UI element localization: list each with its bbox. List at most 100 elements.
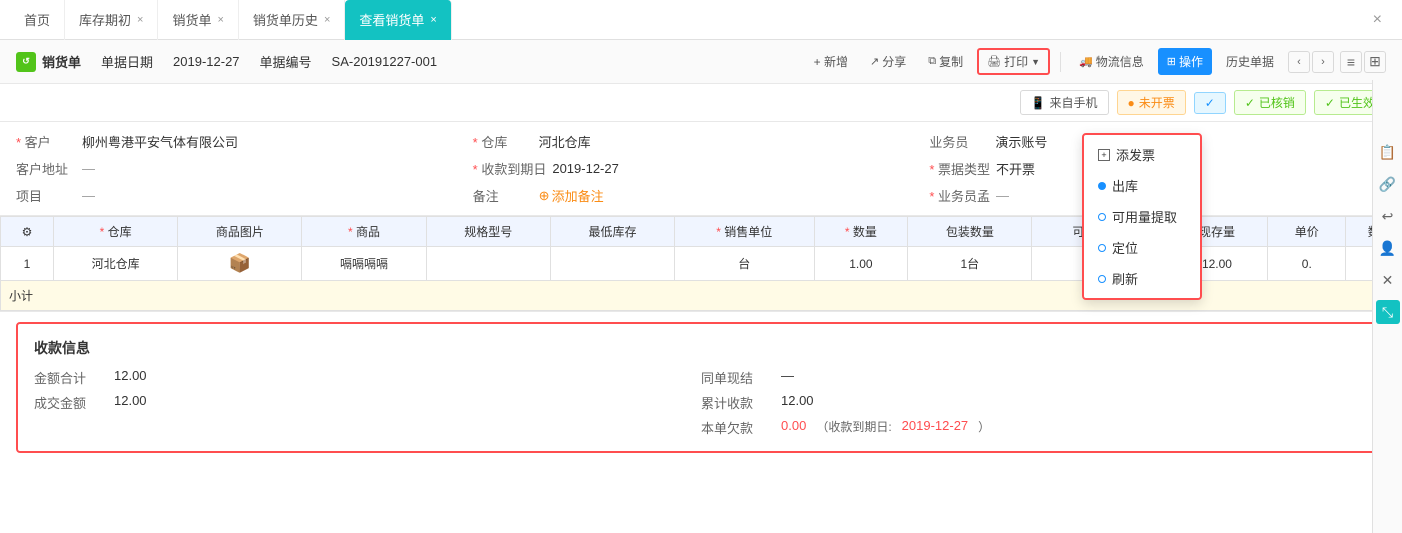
out-stock-item[interactable]: 出库 bbox=[1084, 170, 1200, 201]
due-date: 2019-12-27 bbox=[902, 418, 969, 437]
customer-value: 柳州粤港平安气体有限公司 bbox=[82, 132, 238, 151]
current-owed-row: 本单欠款 0.00 （收款到期日: 2019-12-27 ） bbox=[701, 418, 1368, 437]
cumulative-value: 12.00 bbox=[781, 393, 814, 412]
share-button[interactable]: ↗ 分享 bbox=[862, 49, 914, 74]
cell-unit-price: 0. bbox=[1268, 247, 1346, 281]
print-icon: 🖨 bbox=[987, 55, 1001, 68]
sidebar-doc-icon[interactable]: 📋 bbox=[1376, 140, 1400, 164]
address-row: 客户地址 — bbox=[16, 159, 473, 178]
due-date-value: 2019-12-27 bbox=[552, 161, 619, 176]
sidebar-link-icon[interactable]: 🔗 bbox=[1376, 172, 1400, 196]
staff-value: 演示账号 bbox=[995, 132, 1047, 151]
prev-arrow[interactable]: ‹ bbox=[1288, 51, 1310, 73]
note-row: 备注 ⊕ 添加备注 bbox=[473, 186, 930, 205]
available-pickup-item[interactable]: 可用量提取 bbox=[1084, 201, 1200, 232]
new-button[interactable]: + 新增 bbox=[806, 49, 856, 74]
cell-seq: 1 bbox=[1, 247, 54, 281]
tab-home[interactable]: 首页 bbox=[10, 0, 65, 40]
check-button[interactable]: ✓ bbox=[1194, 92, 1226, 114]
share-icon: ↗ bbox=[870, 55, 879, 68]
grid-view-button[interactable]: ⊞ bbox=[1364, 51, 1386, 73]
sidebar-close-icon[interactable]: ✕ bbox=[1376, 268, 1400, 292]
close-window-button[interactable]: × bbox=[1363, 11, 1392, 29]
warehouse-row: 仓库 河北仓库 bbox=[473, 132, 930, 151]
locate-item[interactable]: 定位 bbox=[1084, 232, 1200, 263]
tab-check-sales-close[interactable]: × bbox=[430, 14, 436, 26]
effective-icon: ✓ bbox=[1325, 96, 1335, 110]
same-order-row: 同单现结 — bbox=[701, 368, 1368, 387]
doc-title-text: 销货单 bbox=[42, 52, 81, 71]
warehouse-value: 河北仓库 bbox=[539, 132, 591, 151]
col-pack-qty: 包装数量 bbox=[908, 217, 1032, 247]
ticket-type-value: 不开票 bbox=[996, 159, 1035, 178]
current-owed-value: 0.00 bbox=[781, 418, 806, 437]
list-view-button[interactable]: ≡ bbox=[1340, 51, 1362, 73]
due-close: ） bbox=[978, 418, 990, 437]
col-product: 商品 bbox=[302, 217, 426, 247]
cell-warehouse: 河北仓库 bbox=[54, 247, 178, 281]
out-stock-icon bbox=[1098, 182, 1106, 190]
add-invoice-icon: + bbox=[1098, 149, 1110, 161]
number-label: 单据编号 bbox=[260, 52, 312, 71]
logistics-icon: 🚚 bbox=[1079, 55, 1093, 68]
history-button[interactable]: 历史单据 bbox=[1218, 49, 1282, 74]
sidebar-return-icon[interactable]: ↩ bbox=[1376, 204, 1400, 228]
from-phone-button[interactable]: 📱 来自手机 bbox=[1020, 90, 1109, 115]
available-pickup-icon bbox=[1098, 213, 1106, 221]
tab-check-sales[interactable]: 查看销货单 × bbox=[345, 0, 451, 40]
toolbar-divider bbox=[1060, 52, 1061, 72]
phone-icon: 📱 bbox=[1031, 96, 1046, 110]
cumulative-label: 累计收款 bbox=[701, 393, 771, 412]
operation-dropdown: + 添发票 出库 可用量提取 定位 刷新 bbox=[1082, 133, 1202, 300]
col-spec: 规格型号 bbox=[426, 217, 550, 247]
project-label: 项目 bbox=[16, 186, 76, 205]
not-open-button[interactable]: ● 未开票 bbox=[1117, 90, 1186, 115]
sidebar-user-icon[interactable]: 👤 bbox=[1376, 236, 1400, 260]
sales-order-icon: ↺ bbox=[16, 52, 36, 72]
payment-title: 收款信息 bbox=[34, 338, 1368, 358]
cell-spec bbox=[426, 247, 550, 281]
add-note-button[interactable]: ⊕ 添加备注 bbox=[539, 186, 604, 205]
same-order-value: — bbox=[781, 368, 794, 387]
amount-total-value: 12.00 bbox=[114, 368, 147, 387]
address-label: 客户地址 bbox=[16, 159, 76, 178]
col-image: 商品图片 bbox=[178, 217, 302, 247]
doc-meta: 单据日期 2019-12-27 单据编号 SA-20191227-001 bbox=[101, 52, 437, 71]
col-warehouse: 仓库 bbox=[54, 217, 178, 247]
tab-sales-history-close[interactable]: × bbox=[324, 14, 330, 26]
same-order-label: 同单现结 bbox=[701, 368, 771, 387]
project-row: 项目 — bbox=[16, 186, 473, 205]
col-gear: ⚙ bbox=[1, 217, 54, 247]
col-quantity: 数量 bbox=[814, 217, 908, 247]
next-arrow[interactable]: › bbox=[1312, 51, 1334, 73]
print-dropdown-arrow: ▼ bbox=[1031, 57, 1040, 67]
cumulative-row: 累计收款 12.00 bbox=[701, 393, 1368, 412]
tab-sales-history[interactable]: 销货单历史 × bbox=[239, 0, 345, 40]
cell-quantity: 1.00 bbox=[814, 247, 908, 281]
sold-out-button[interactable]: ✓ 已核销 bbox=[1234, 90, 1306, 115]
tab-sales-close[interactable]: × bbox=[217, 14, 223, 26]
note-label: 备注 bbox=[473, 186, 533, 205]
main-content: ↺ 销货单 单据日期 2019-12-27 单据编号 SA-20191227-0… bbox=[0, 40, 1402, 533]
date-value: 2019-12-27 bbox=[173, 54, 240, 69]
operation-button[interactable]: ⊞ 操作 bbox=[1158, 48, 1212, 75]
current-owed-label: 本单欠款 bbox=[701, 418, 771, 437]
layout-buttons: ≡ ⊞ bbox=[1340, 51, 1386, 73]
tab-inventory-close[interactable]: × bbox=[137, 14, 143, 26]
tab-inventory[interactable]: 库存期初 × bbox=[65, 0, 158, 40]
print-button[interactable]: 🖨 打印 ▼ bbox=[977, 48, 1050, 75]
col-unit: 销售单位 bbox=[675, 217, 815, 247]
tab-bar: 首页 库存期初 × 销货单 × 销货单历史 × 查看销货单 × × bbox=[0, 0, 1402, 40]
refresh-item[interactable]: 刷新 bbox=[1084, 263, 1200, 294]
sidebar-expand-icon[interactable]: ⤡ bbox=[1376, 300, 1400, 324]
amount-total-label: 金额合计 bbox=[34, 368, 104, 387]
operation-icon: ⊞ bbox=[1167, 55, 1176, 68]
add-invoice-item[interactable]: + 添发票 bbox=[1084, 139, 1200, 170]
customer-row: 客户 柳州粤港平安气体有限公司 bbox=[16, 132, 473, 151]
copy-button[interactable]: ⧉ 复制 bbox=[920, 49, 971, 74]
cell-pack-qty: 1台 bbox=[908, 247, 1032, 281]
logistics-button[interactable]: 🚚 物流信息 bbox=[1071, 49, 1152, 74]
cell-image: 📦 bbox=[178, 247, 302, 281]
trade-amount-row: 成交金额 12.00 bbox=[34, 393, 701, 412]
tab-sales[interactable]: 销货单 × bbox=[158, 0, 238, 40]
